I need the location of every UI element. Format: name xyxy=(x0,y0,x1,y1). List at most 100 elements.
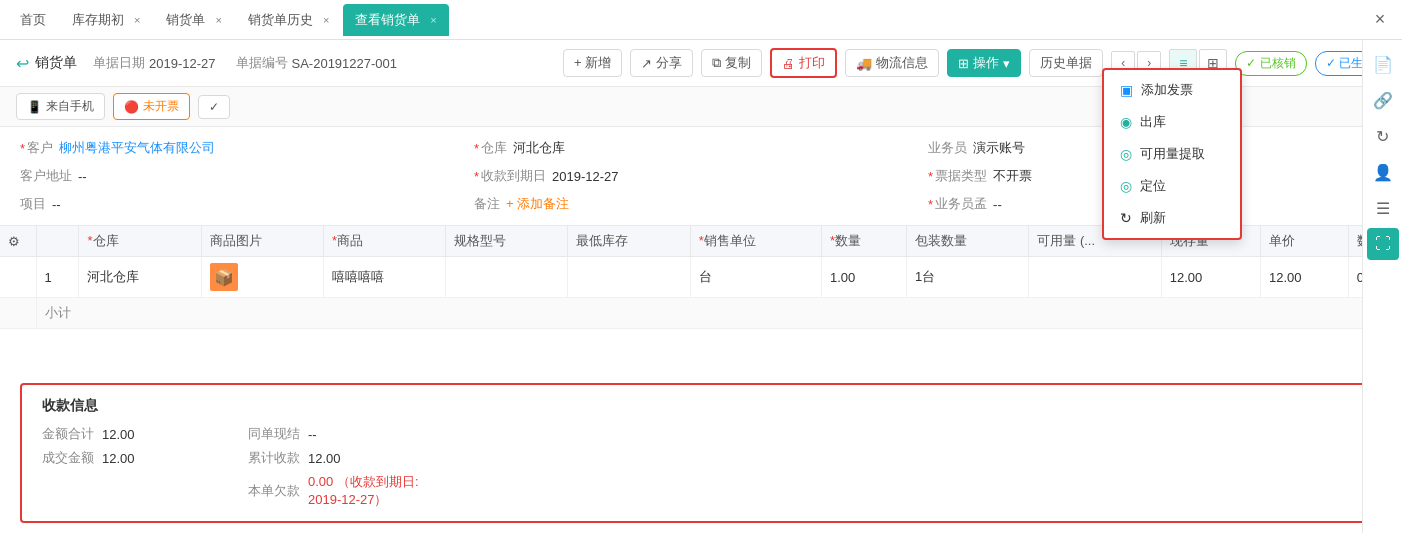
not-opened-button[interactable]: 🔴 未开票 xyxy=(113,93,190,120)
sidebar-list-icon[interactable]: ☰ xyxy=(1367,192,1399,224)
share-icon: ↗ xyxy=(641,56,652,71)
salesperson2-value: -- xyxy=(993,197,1002,212)
th-min-stock: 最低库存 xyxy=(568,226,690,257)
copy-button[interactable]: ⧉ 复制 xyxy=(701,49,762,77)
available-qty-icon: ◎ xyxy=(1120,146,1132,162)
doc-title: ↩ 销货单 xyxy=(16,54,77,73)
th-price: 单价 xyxy=(1261,226,1349,257)
ticket-type-label: 票据类型 xyxy=(935,167,987,185)
tab-sales-history-label: 销货单历史 xyxy=(248,11,313,29)
address-value: -- xyxy=(78,169,87,184)
logistics-button[interactable]: 🚚 物流信息 xyxy=(845,49,939,77)
confirm-icon: ✓ xyxy=(209,100,219,114)
th-product: *商品 xyxy=(323,226,445,257)
new-button[interactable]: + 新增 xyxy=(563,49,622,77)
tab-sales[interactable]: 销货单 × xyxy=(154,4,233,36)
dropdown-outbound[interactable]: ◉ 出库 xyxy=(1104,106,1240,138)
salesperson-label: 业务员 xyxy=(928,139,967,157)
add-invoice-icon: ▣ xyxy=(1120,82,1133,98)
doc-number-value: SA-20191227-001 xyxy=(292,56,398,71)
tab-view-sales-close[interactable]: × xyxy=(430,14,436,26)
tab-inventory-label: 库存期初 xyxy=(72,11,124,29)
tab-sales-history[interactable]: 销货单历史 × xyxy=(236,4,341,36)
dropdown-available-qty[interactable]: ◎ 可用量提取 xyxy=(1104,138,1240,170)
payment-title: 收款信息 xyxy=(42,397,1360,415)
payment-info-box: 收款信息 金额合计 12.00 同单现结 -- 成交金额 12.00 累计收款 … xyxy=(20,383,1382,523)
table-wrapper: ⚙ *仓库 商品图片 *商品 规格型号 最低库存 *销售单位 *数量 包装数量 … xyxy=(0,225,1402,373)
th-warehouse: *仓库 xyxy=(79,226,201,257)
tab-home[interactable]: 首页 xyxy=(8,4,58,36)
payment-deal-amount-row: 成交金额 12.00 xyxy=(42,449,242,467)
dropdown-refresh[interactable]: ↻ 刷新 xyxy=(1104,202,1240,234)
doc-date-value: 2019-12-27 xyxy=(149,56,216,71)
payment-deal-amount-value: 12.00 xyxy=(102,451,135,466)
td-spec xyxy=(446,257,568,298)
doc-type-label: 销货单 xyxy=(35,54,77,72)
sidebar-link-icon[interactable]: 🔗 xyxy=(1367,84,1399,116)
sidebar-user-icon[interactable]: 👤 xyxy=(1367,156,1399,188)
warehouse-value: 河北仓库 xyxy=(513,139,565,157)
td-seq: 1 xyxy=(36,257,79,298)
print-button[interactable]: 🖨 打印 xyxy=(770,48,837,78)
logistics-icon: 🚚 xyxy=(856,56,872,71)
outbound-icon: ◉ xyxy=(1120,114,1132,130)
payment-date-label: 收款到期日 xyxy=(481,167,546,185)
tab-sales-close[interactable]: × xyxy=(215,14,221,26)
th-pack-qty: 包装数量 xyxy=(907,226,1029,257)
doc-type-icon: ↩ xyxy=(16,54,29,73)
tab-inventory-close[interactable]: × xyxy=(134,14,140,26)
sidebar-expand-icon[interactable]: ⛶ xyxy=(1367,228,1399,260)
status-badge-yihexiao: ✓ 已核销 xyxy=(1235,51,1306,76)
toolbar-right: + 新增 ↗ 分享 ⧉ 复制 🖨 打印 🚚 物流信息 ⊞ 操作 ▾ xyxy=(563,48,1386,78)
from-phone-button[interactable]: 📱 来自手机 xyxy=(16,93,105,120)
table-subtotal-row: 小计 xyxy=(0,298,1402,329)
sidebar-doc-icon[interactable]: 📄 xyxy=(1367,48,1399,80)
customer-value[interactable]: 柳州粤港平安气体有限公司 xyxy=(59,139,215,157)
payment-grid: 金额合计 12.00 同单现结 -- 成交金额 12.00 累计收款 12.00… xyxy=(42,425,1360,509)
td-image: 📦 xyxy=(201,257,323,298)
payment-arrears-label: 本单欠款 xyxy=(248,482,300,500)
payment-same-order-label: 同单现结 xyxy=(248,425,300,443)
history-button[interactable]: 历史单据 xyxy=(1029,49,1103,77)
doc-date-field: 单据日期 2019-12-27 xyxy=(93,54,216,72)
share-button[interactable]: ↗ 分享 xyxy=(630,49,693,77)
dropdown-add-invoice[interactable]: ▣ 添加发票 xyxy=(1104,74,1240,106)
customer-required-mark: * xyxy=(20,141,25,156)
payment-arrears-row: 本单欠款 0.00 （收款到期日: 2019-12-27） xyxy=(248,473,448,509)
table-row: 1 河北仓库 📦 嘻嘻嘻嘻 台 1.00 1台 12.00 12.00 0. xyxy=(0,257,1402,298)
remark-field: 备注 + 添加备注 xyxy=(474,195,928,213)
customer-field: * 客户 柳州粤港平安气体有限公司 xyxy=(20,139,474,157)
th-gear[interactable]: ⚙ xyxy=(0,226,36,257)
available-qty-label: 可用量提取 xyxy=(1140,145,1205,163)
window-close-button[interactable]: × xyxy=(1366,6,1394,34)
salesperson2-required-mark: * xyxy=(928,197,933,212)
tab-home-label: 首页 xyxy=(20,11,46,29)
th-qty: *数量 xyxy=(821,226,906,257)
payment-date-value: 2019-12-27 xyxy=(552,169,619,184)
doc-date-label: 单据日期 xyxy=(93,54,145,72)
confirm-button[interactable]: ✓ xyxy=(198,95,230,119)
th-image: 商品图片 xyxy=(201,226,323,257)
tab-sales-label: 销货单 xyxy=(166,11,205,29)
doc-number-field: 单据编号 SA-20191227-001 xyxy=(236,54,398,72)
operations-button[interactable]: ⊞ 操作 ▾ xyxy=(947,49,1021,77)
product-table: ⚙ *仓库 商品图片 *商品 规格型号 最低库存 *销售单位 *数量 包装数量 … xyxy=(0,226,1402,329)
sidebar-refresh-icon[interactable]: ↻ xyxy=(1367,120,1399,152)
ticket-type-value: 不开票 xyxy=(993,167,1032,185)
customer-label: 客户 xyxy=(27,139,53,157)
warehouse-field: * 仓库 河北仓库 xyxy=(474,139,928,157)
tab-sales-history-close[interactable]: × xyxy=(323,14,329,26)
td-product: 嘻嘻嘻嘻 xyxy=(323,257,445,298)
tab-view-sales[interactable]: 查看销货单 × xyxy=(343,4,448,36)
td-price: 12.00 xyxy=(1261,257,1349,298)
payment-total-row: 金额合计 12.00 xyxy=(42,425,242,443)
th-seq xyxy=(36,226,79,257)
salesperson2-label: 业务员孟 xyxy=(935,195,987,213)
copy-icon: ⧉ xyxy=(712,55,721,71)
dropdown-locate[interactable]: ◎ 定位 xyxy=(1104,170,1240,202)
payment-total-label: 金额合计 xyxy=(42,425,94,443)
refresh-icon: ↻ xyxy=(1120,210,1132,226)
add-remark-link[interactable]: + 添加备注 xyxy=(506,195,569,213)
tab-inventory[interactable]: 库存期初 × xyxy=(60,4,152,36)
td-stock: 12.00 xyxy=(1161,257,1260,298)
